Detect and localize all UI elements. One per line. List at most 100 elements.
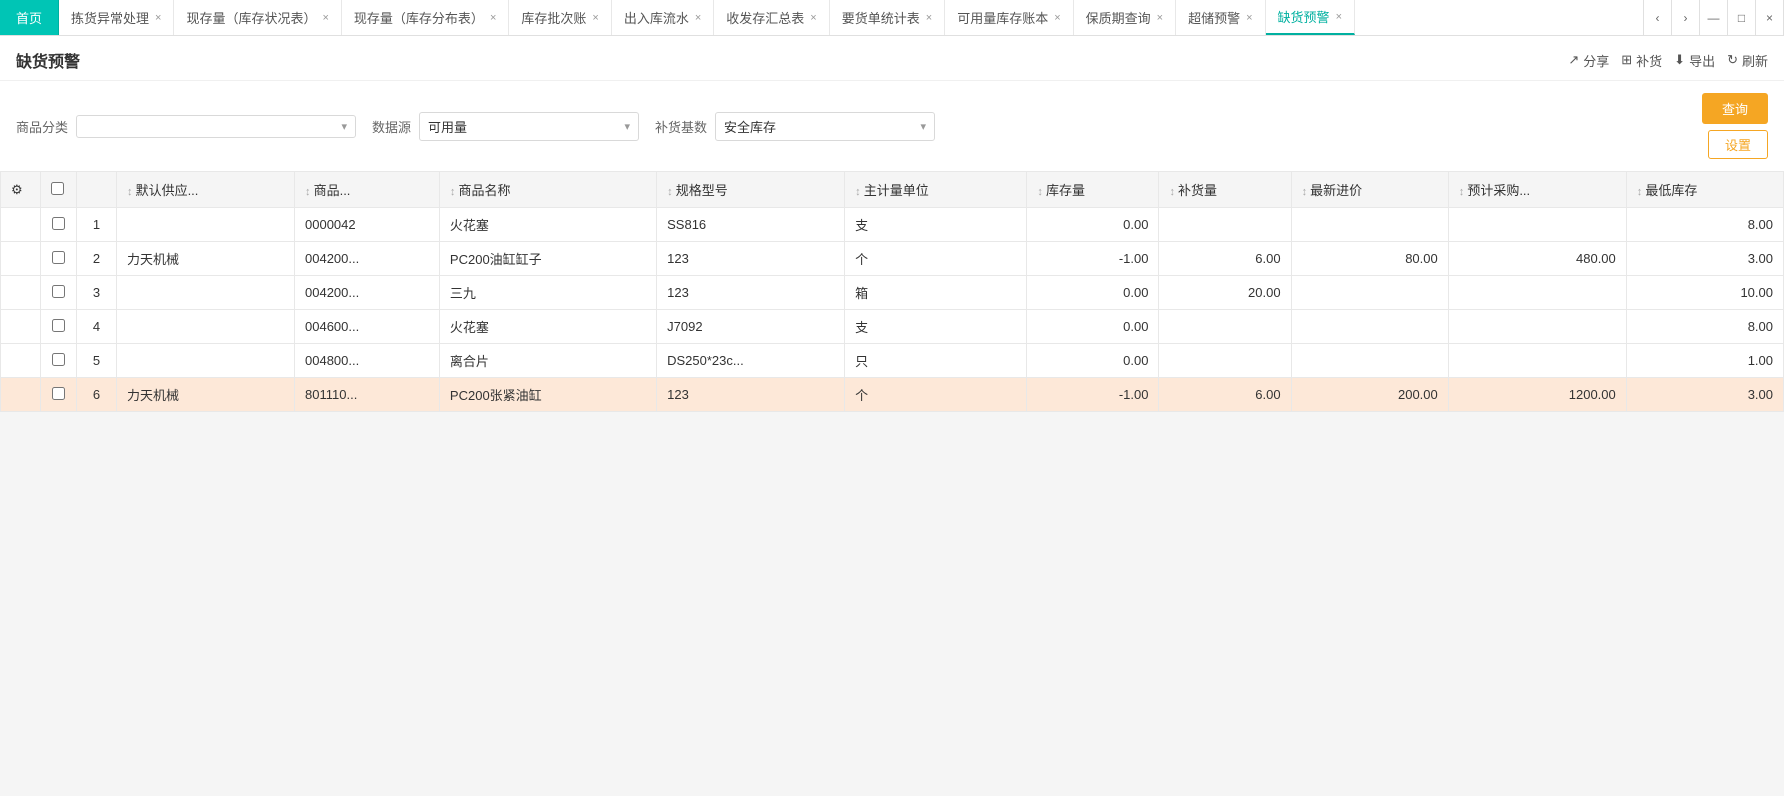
tab-inventory-status[interactable]: 现存量（库存状况表） ×: [174, 0, 341, 35]
datasource-select[interactable]: 可用量 ▾: [419, 112, 639, 141]
share-button[interactable]: ↗ 分享: [1568, 51, 1609, 70]
window-maximize[interactable]: □: [1728, 0, 1756, 36]
col-header-stock[interactable]: 库存量: [1027, 172, 1159, 208]
col-header-goods-code[interactable]: 商品...: [295, 172, 440, 208]
row-min-stock: 10.00: [1626, 276, 1783, 310]
tab-label: 要货单统计表: [842, 8, 920, 27]
row-checkbox[interactable]: [52, 319, 65, 332]
query-button[interactable]: 查询: [1702, 93, 1768, 124]
tab-close-icon[interactable]: ×: [810, 12, 816, 24]
replenish-base-value: 安全库存: [724, 117, 912, 136]
row-index: 1: [77, 208, 117, 242]
tab-inventory-dist[interactable]: 现存量（库存分布表） ×: [342, 0, 509, 35]
row-check-cell[interactable]: [41, 242, 77, 276]
tab-over-stock[interactable]: 超储预警 ×: [1176, 0, 1265, 35]
row-supplier: 力天机械: [117, 242, 295, 276]
row-unit: 支: [845, 208, 1027, 242]
row-settings-cell: [1, 344, 41, 378]
col-header-supplier[interactable]: 默认供应...: [117, 172, 295, 208]
settings-button[interactable]: 设置: [1708, 130, 1768, 159]
row-goods-name: 火花塞: [439, 208, 656, 242]
row-goods-code: 004600...: [295, 310, 440, 344]
row-goods-code: 801110...: [295, 378, 440, 412]
row-supplier: [117, 344, 295, 378]
row-index: 6: [77, 378, 117, 412]
row-est-purchase: 1200.00: [1448, 378, 1626, 412]
tab-scroll-right[interactable]: ›: [1672, 0, 1700, 36]
row-est-purchase: [1448, 276, 1626, 310]
col-header-goods-name[interactable]: 商品名称: [439, 172, 656, 208]
column-settings-icon[interactable]: ⚙: [11, 182, 23, 197]
row-settings-cell: [1, 276, 41, 310]
row-replenish-qty: 20.00: [1159, 276, 1291, 310]
tab-close-icon[interactable]: ×: [1054, 12, 1060, 24]
export-button[interactable]: ⬇ 导出: [1674, 51, 1715, 70]
tab-label: 出入库流水: [624, 8, 689, 27]
row-est-purchase: [1448, 310, 1626, 344]
tab-batch-account[interactable]: 库存批次账 ×: [509, 0, 611, 35]
filter-area: 商品分类 ▾ 数据源 可用量 ▾ 补货基数 安全库存 ▾ 查询 设置: [0, 81, 1784, 171]
row-latest-price: [1291, 276, 1448, 310]
row-min-stock: 8.00: [1626, 208, 1783, 242]
row-checkbox[interactable]: [52, 217, 65, 230]
col-header-check[interactable]: [41, 172, 77, 208]
category-select[interactable]: ▾: [76, 115, 356, 138]
row-check-cell[interactable]: [41, 310, 77, 344]
row-check-cell[interactable]: [41, 276, 77, 310]
replenish-button[interactable]: ⊞ 补货: [1621, 51, 1662, 70]
page-header: 缺货预警 ↗ 分享 ⊞ 补货 ⬇ 导出 ↻ 刷新: [0, 36, 1784, 81]
row-index: 2: [77, 242, 117, 276]
refresh-label: 刷新: [1742, 51, 1768, 70]
row-goods-code: 0000042: [295, 208, 440, 242]
tab-close-icon[interactable]: ×: [926, 12, 932, 24]
tab-close-icon[interactable]: ×: [155, 12, 161, 24]
tab-inout-flow[interactable]: 出入库流水 ×: [612, 0, 714, 35]
row-checkbox[interactable]: [52, 251, 65, 264]
col-header-settings[interactable]: ⚙: [1, 172, 41, 208]
tab-receive-summary[interactable]: 收发存汇总表 ×: [714, 0, 829, 35]
row-unit: 只: [845, 344, 1027, 378]
select-all-checkbox[interactable]: [51, 182, 64, 195]
row-supplier: [117, 310, 295, 344]
row-check-cell[interactable]: [41, 344, 77, 378]
tab-shortage[interactable]: 缺货预警 ×: [1266, 0, 1355, 35]
tab-expiry-query[interactable]: 保质期查询 ×: [1074, 0, 1176, 35]
tab-label: 保质期查询: [1086, 8, 1151, 27]
row-min-stock: 3.00: [1626, 378, 1783, 412]
tab-close-icon[interactable]: ×: [322, 12, 328, 24]
tab-requisition-stat[interactable]: 要货单统计表 ×: [830, 0, 945, 35]
col-header-spec[interactable]: 规格型号: [657, 172, 845, 208]
col-header-latest-price[interactable]: 最新进价: [1291, 172, 1448, 208]
row-check-cell[interactable]: [41, 208, 77, 242]
replenish-base-select[interactable]: 安全库存 ▾: [715, 112, 935, 141]
tab-scroll-left[interactable]: ‹: [1644, 0, 1672, 36]
page-content: 缺货预警 ↗ 分享 ⊞ 补货 ⬇ 导出 ↻ 刷新 商品分类: [0, 36, 1784, 412]
tab-close-icon[interactable]: ×: [592, 12, 598, 24]
row-stock: 0.00: [1027, 208, 1159, 242]
datasource-filter-group: 数据源 可用量 ▾: [372, 112, 639, 141]
category-filter-group: 商品分类 ▾: [16, 115, 356, 138]
tab-close-icon[interactable]: ×: [1157, 12, 1163, 24]
tab-close-icon[interactable]: ×: [695, 12, 701, 24]
row-checkbox[interactable]: [52, 285, 65, 298]
window-close[interactable]: ×: [1756, 0, 1784, 36]
table-row: 5 004800... 离合片 DS250*23c... 只 0.00 1.00: [1, 344, 1784, 378]
col-header-replenish-qty[interactable]: 补货量: [1159, 172, 1291, 208]
export-label: 导出: [1689, 51, 1715, 70]
window-minimize[interactable]: —: [1700, 0, 1728, 36]
tab-close-icon[interactable]: ×: [1336, 11, 1342, 23]
refresh-button[interactable]: ↻ 刷新: [1727, 51, 1768, 70]
tab-close-icon[interactable]: ×: [490, 12, 496, 24]
col-header-est-purchase[interactable]: 预计采购...: [1448, 172, 1626, 208]
row-checkbox[interactable]: [52, 387, 65, 400]
tab-picking-anomaly[interactable]: 拣货异常处理 ×: [59, 0, 174, 35]
replenish-label: 补货: [1636, 51, 1662, 70]
row-unit: 个: [845, 242, 1027, 276]
row-checkbox[interactable]: [52, 353, 65, 366]
tab-available-book[interactable]: 可用量库存账本 ×: [945, 0, 1073, 35]
col-header-min-stock[interactable]: 最低库存: [1626, 172, 1783, 208]
row-check-cell[interactable]: [41, 378, 77, 412]
tab-home[interactable]: 首页: [0, 0, 59, 35]
col-header-unit[interactable]: 主计量单位: [845, 172, 1027, 208]
tab-close-icon[interactable]: ×: [1246, 12, 1252, 24]
